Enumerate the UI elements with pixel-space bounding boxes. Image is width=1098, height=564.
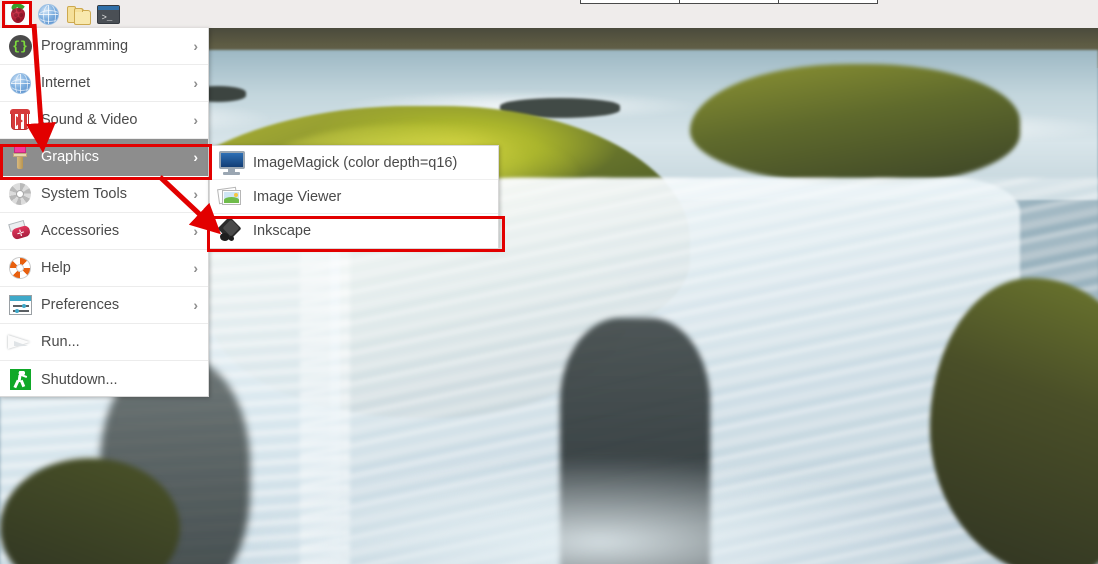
chevron-right-icon: › xyxy=(193,112,198,128)
globe-icon xyxy=(4,70,36,96)
menu-item-label: Programming xyxy=(41,38,129,54)
file-manager-button[interactable] xyxy=(65,1,91,27)
table-cell xyxy=(581,0,680,3)
application-menu: {} Programming › Internet › Sound & Vide… xyxy=(0,28,209,397)
submenu-item-label: ImageMagick (color depth=q16) xyxy=(253,154,458,171)
wallpaper-mist xyxy=(250,458,950,564)
globe-icon xyxy=(37,3,59,25)
lifering-icon xyxy=(4,255,36,281)
media-player-icon xyxy=(4,107,36,133)
terminal-button[interactable]: >_ xyxy=(95,1,121,27)
menu-item-sound-and-video[interactable]: Sound & Video › xyxy=(0,102,208,139)
menu-item-label: Sound & Video xyxy=(41,112,138,128)
inkscape-menu-item-highlight xyxy=(207,216,505,252)
chevron-right-icon: › xyxy=(193,186,198,202)
table-cell xyxy=(779,0,877,3)
exit-runner-icon xyxy=(4,367,36,393)
submenu-item-image-viewer[interactable]: Image Viewer xyxy=(210,180,498,214)
folder-icon xyxy=(66,5,91,25)
code-braces-icon: {} xyxy=(4,33,36,59)
gear-icon xyxy=(4,181,36,207)
menu-item-accessories[interactable]: ✛ Accessories › xyxy=(0,213,208,250)
chevron-right-icon: › xyxy=(193,223,198,239)
menu-item-label: Shutdown... xyxy=(41,371,118,388)
monitor-icon xyxy=(214,149,250,177)
menu-item-preferences[interactable]: Preferences › xyxy=(0,287,208,324)
graphics-menu-item-highlight xyxy=(0,144,212,180)
photos-icon xyxy=(214,183,250,211)
swiss-knife-icon: ✛ xyxy=(4,218,36,244)
chevron-right-icon: › xyxy=(193,75,198,91)
submenu-item-label: Image Viewer xyxy=(253,188,342,205)
menu-item-label: Run... xyxy=(41,334,80,350)
menu-item-label: Accessories xyxy=(41,223,120,239)
chevron-right-icon: › xyxy=(193,297,198,313)
menu-item-label: Preferences xyxy=(41,297,120,313)
menu-item-programming[interactable]: {} Programming › xyxy=(0,28,208,65)
sliders-window-icon xyxy=(4,292,36,318)
wallpaper-moss-right-top xyxy=(690,64,1020,184)
raspberry-menu-button-highlight xyxy=(2,1,32,28)
paper-plane-icon xyxy=(4,329,36,355)
menu-item-system-tools[interactable]: System Tools › xyxy=(0,176,208,213)
menu-item-label: System Tools xyxy=(41,186,127,202)
menu-item-label: Help xyxy=(41,260,71,276)
terminal-icon: >_ xyxy=(96,4,120,24)
menu-item-shutdown[interactable]: Shutdown... xyxy=(0,361,208,398)
submenu-item-imagemagick[interactable]: ImageMagick (color depth=q16) xyxy=(210,146,498,180)
menu-item-label: Internet xyxy=(41,75,91,91)
chevron-right-icon: › xyxy=(193,260,198,276)
table-cell xyxy=(680,0,779,3)
menu-item-internet[interactable]: Internet › xyxy=(0,65,208,102)
chevron-right-icon: › xyxy=(193,38,198,54)
web-browser-button[interactable] xyxy=(35,1,61,27)
menu-item-run[interactable]: Run... xyxy=(0,324,208,361)
clipped-table-fragment xyxy=(580,0,878,4)
taskbar: >_ xyxy=(0,0,1098,28)
menu-item-help[interactable]: Help › xyxy=(0,250,208,287)
